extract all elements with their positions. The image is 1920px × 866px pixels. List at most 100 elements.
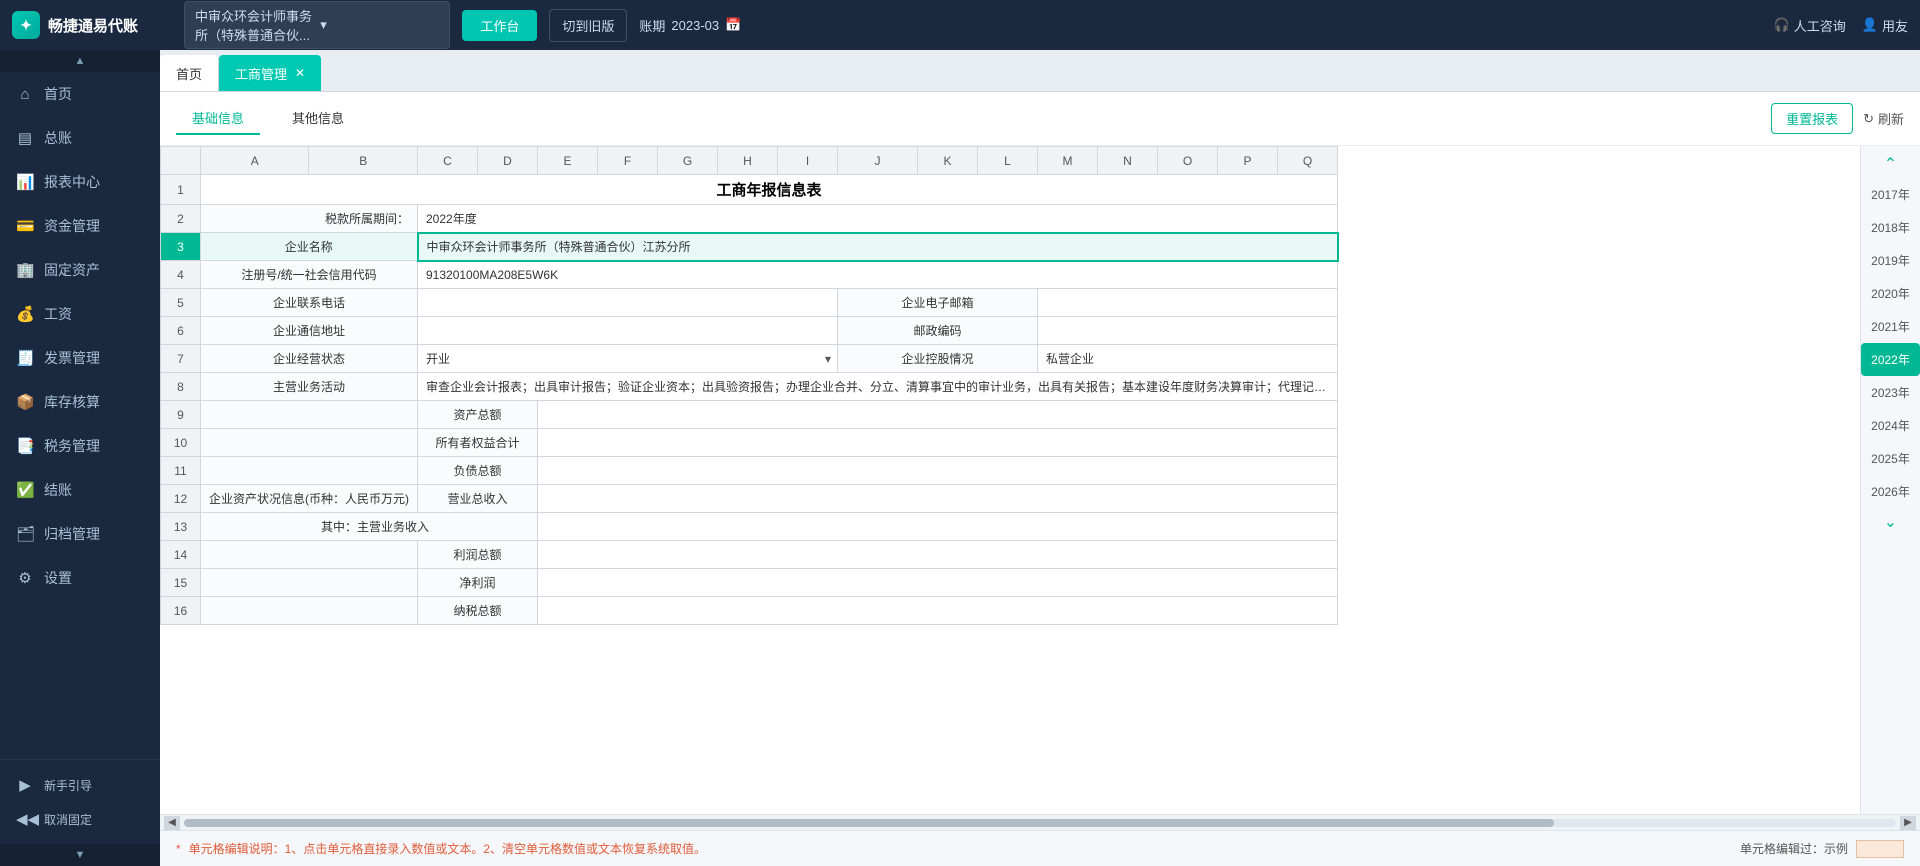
tab-bar: 首页 工商管理 ✕ [160,50,1920,92]
h-scroll-right-btn[interactable]: ▶ [1900,816,1916,830]
title-cell[interactable]: 工商年报信息表 [201,175,1338,205]
table-wrapper[interactable]: A B C D E F G H I J K L [160,146,1860,814]
company-selector[interactable]: 中审众环会计师事务所（特殊普通合伙... ▾ [184,1,450,49]
row-num-9: 9 [161,401,201,429]
sidebar-item-salary[interactable]: 💰 工资 [0,292,160,336]
year-item-2021[interactable]: 2021年 [1861,310,1920,343]
table-row: 1 工商年报信息表 [161,175,1338,205]
main-revenue-value[interactable] [538,513,1338,541]
table-row: 14 利润总额 [161,541,1338,569]
main-revenue-label: 其中：主营业务收入 [201,513,538,541]
sub-tab-basic-info[interactable]: 基础信息 [176,102,260,135]
settings-icon: ⚙ [16,569,34,587]
sidebar-item-capital-mgmt[interactable]: 💳 资金管理 [0,204,160,248]
sidebar-item-settings[interactable]: ⚙ 设置 [0,556,160,600]
main-layout: ▲ ⌂ 首页 ▤ 总账 📊 报表中心 💳 资金管理 🏢 固定资产 💰 工资 🧾 … [0,50,1920,866]
year-item-2019[interactable]: 2019年 [1861,244,1920,277]
liabilities-value[interactable] [538,457,1338,485]
sidebar-scroll-up[interactable]: ▲ [0,50,160,72]
tab-close-icon[interactable]: ✕ [295,66,305,80]
table-row: 16 纳税总额 [161,597,1338,625]
sidebar-item-fixed-assets[interactable]: 🏢 固定资产 [0,248,160,292]
row-num-7: 7 [161,345,201,373]
row-num-16: 16 [161,597,201,625]
year-item-2018[interactable]: 2018年 [1861,211,1920,244]
year-item-2017[interactable]: 2017年 [1861,178,1920,211]
liabilities-label: 负债总额 [418,457,538,485]
sub-tab-basic-info-label: 基础信息 [192,111,244,126]
email-value[interactable] [1038,289,1338,317]
year-item-2026[interactable]: 2026年 [1861,475,1920,508]
logo-area: ✦ 畅捷通易代账 [12,11,172,39]
equity-value[interactable] [538,429,1338,457]
contact-phone-value[interactable] [418,289,838,317]
year-item-2024[interactable]: 2024年 [1861,409,1920,442]
table-row: 7 企业经营状态 开业 ▾ 企业控股情况 私营企业 [161,345,1338,373]
postal-value[interactable] [1038,317,1338,345]
col-header-M: M [1038,147,1098,175]
tab-home-label: 首页 [176,64,202,83]
year-item-2020[interactable]: 2020年 [1861,277,1920,310]
net-profit-value[interactable] [538,569,1338,597]
sidebar-scroll-down[interactable]: ▼ [0,844,160,866]
year-nav-down[interactable]: ⌄ [1861,508,1920,536]
user-button[interactable]: 👤 用友 [1862,16,1908,35]
table-row: 12 企业资产状况信息(币种：人民币万元) 营业总收入 [161,485,1338,513]
total-assets-value[interactable] [538,401,1338,429]
address-value[interactable] [418,317,838,345]
h-scroll-left-btn[interactable]: ◀ [164,816,180,830]
calendar-icon[interactable]: 📅 [725,17,741,33]
sidebar-label-report-center: 报表中心 [44,172,100,192]
spreadsheet-table: A B C D E F G H I J K L [160,146,1339,625]
sidebar-item-new-guide[interactable]: ▶ 新手引导 [0,768,160,802]
table-row: 9 资产总额 [161,401,1338,429]
year-nav-up[interactable]: ⌃ [1861,150,1920,178]
tab-home[interactable]: 首页 [160,55,219,91]
total-tax-value[interactable] [538,597,1338,625]
row-num-14: 14 [161,541,201,569]
h-scroll-bar[interactable]: ◀ ▶ [160,814,1920,830]
year-item-2025[interactable]: 2025年 [1861,442,1920,475]
year-item-2023[interactable]: 2023年 [1861,376,1920,409]
old-version-button[interactable]: 切到旧版 [549,9,627,42]
net-profit-label: 净利润 [418,569,538,597]
refresh-label: 刷新 [1878,109,1904,128]
h-scroll-track[interactable] [184,819,1896,827]
holding-value[interactable]: 私营企业 [1038,345,1338,373]
sidebar-item-unpin[interactable]: ◀◀ 取消固定 [0,802,160,836]
workbench-button[interactable]: 工作台 [462,10,537,41]
consult-button[interactable]: 🎧 人工咨询 [1774,16,1846,35]
biz-status-value[interactable]: 开业 ▾ [418,345,838,373]
col-header-Q: Q [1278,147,1338,175]
tab-industrial-commerce[interactable]: 工商管理 ✕ [219,55,321,91]
company-name-value[interactable]: 中审众环会计师事务所（特殊普通合伙）江苏分所 [418,233,1338,261]
sidebar-item-report-center[interactable]: 📊 报表中心 [0,160,160,204]
tax-period-value[interactable]: 2022年度 [418,205,1338,233]
total-profit-value[interactable] [538,541,1338,569]
reset-report-button[interactable]: 重置报表 [1771,103,1853,134]
col-header-J: J [838,147,918,175]
hint-star: * [176,842,181,856]
h-scroll-thumb[interactable] [184,819,1554,827]
address-label: 企业通信地址 [201,317,418,345]
table-row: 6 企业通信地址 邮政编码 [161,317,1338,345]
checkout-icon: ✅ [16,481,34,499]
refresh-button[interactable]: ↻ 刷新 [1863,109,1904,128]
sidebar-label-settings: 设置 [44,568,72,588]
sub-tab-other-info[interactable]: 其他信息 [276,102,360,135]
contact-phone-label: 企业联系电话 [201,289,418,317]
sidebar-item-general-ledger[interactable]: ▤ 总账 [0,116,160,160]
sidebar-item-checkout[interactable]: ✅ 结账 [0,468,160,512]
sidebar-item-tax-mgmt[interactable]: 📑 税务管理 [0,424,160,468]
sidebar-item-home[interactable]: ⌂ 首页 [0,72,160,116]
sidebar-item-archive-mgmt[interactable]: 🗂 归档管理 [0,512,160,556]
sidebar-label-fixed-assets: 固定资产 [44,260,100,280]
total-profit-label: 利润总额 [418,541,538,569]
revenue-value[interactable] [538,485,1338,513]
col-header-N: N [1098,147,1158,175]
reg-no-value[interactable]: 91320100MA208E5W6K [418,261,1338,289]
sidebar-item-invoice-mgmt[interactable]: 🧾 发票管理 [0,336,160,380]
sidebar-item-inventory[interactable]: 📦 库存核算 [0,380,160,424]
main-biz-value[interactable]: 审查企业会计报表；出具审计报告；验证企业资本；出具验资报告；办理企业合并、分立、… [418,373,1338,401]
year-item-2022[interactable]: 2022年 [1861,343,1920,376]
